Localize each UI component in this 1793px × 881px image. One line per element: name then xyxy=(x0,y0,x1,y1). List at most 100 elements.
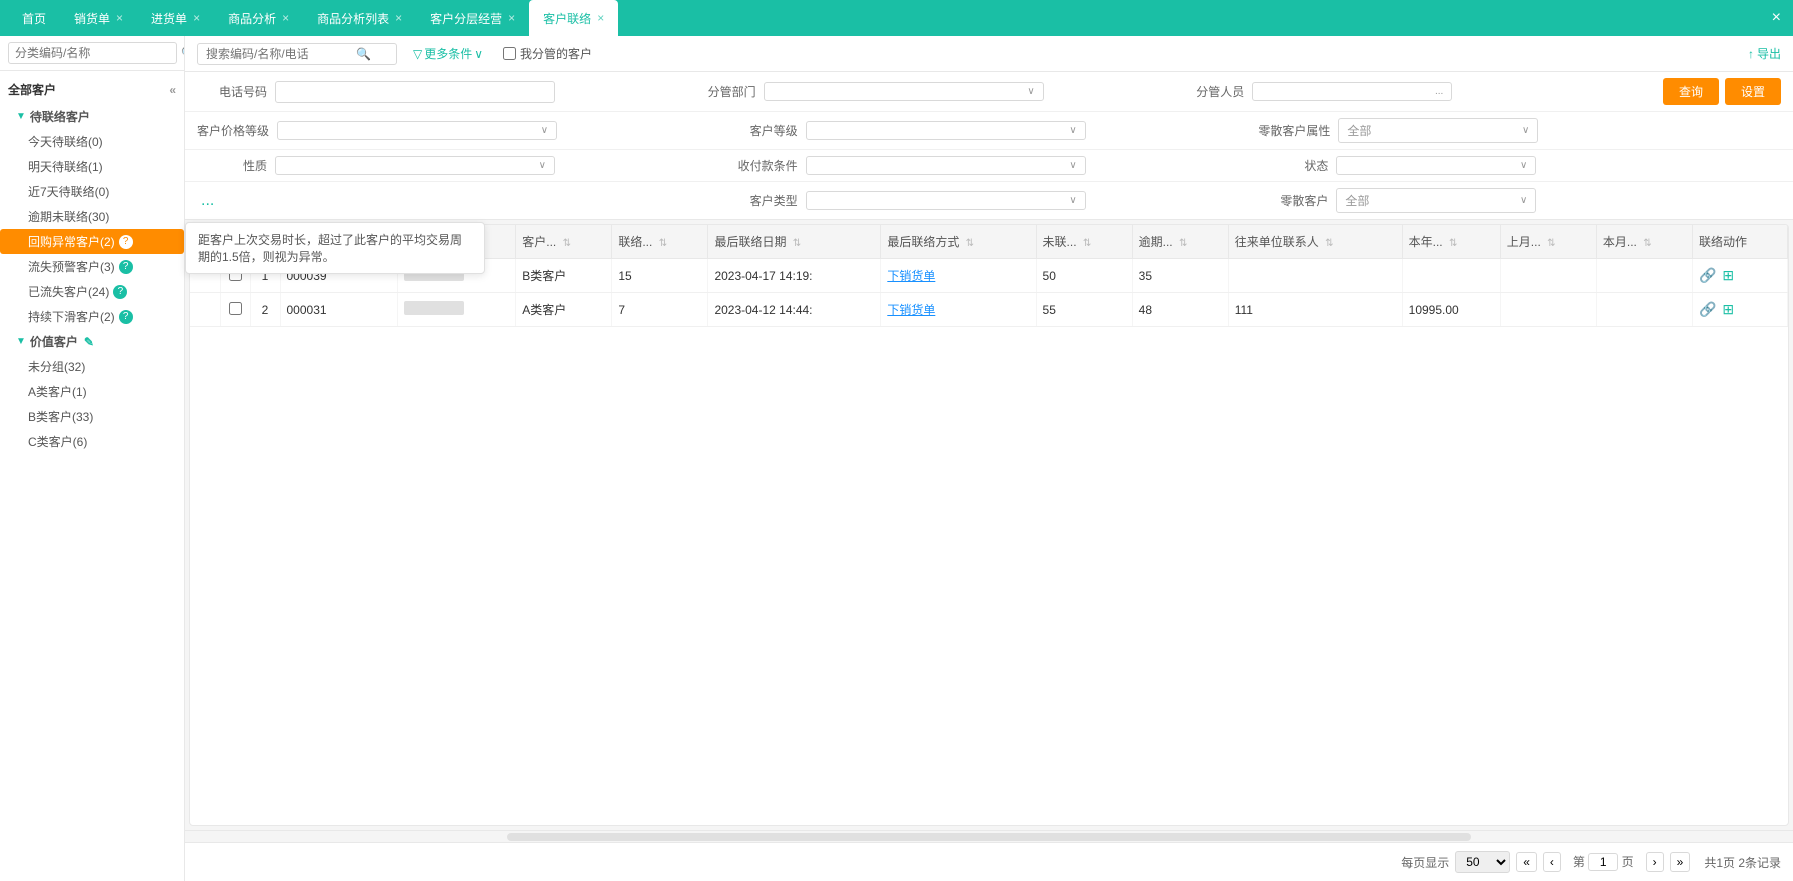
row2-contact-person: 111 xyxy=(1228,293,1402,327)
nav-product-analysis-list-close[interactable]: × xyxy=(395,11,402,25)
value-customer-arrow: ▼ xyxy=(16,336,26,347)
value-customer-section[interactable]: ▼ 价值客户 ✎ xyxy=(0,329,184,354)
row1-contact: 15 xyxy=(612,259,708,293)
contact-person-sort-icon[interactable]: ⇅ xyxy=(1325,238,1333,249)
row2-checkbox[interactable] xyxy=(229,302,242,315)
already-lost-info-icon: ? xyxy=(113,285,127,299)
nav-product-analysis-close[interactable]: × xyxy=(282,11,289,25)
settings-button[interactable]: 设置 xyxy=(1725,78,1781,105)
filter-icon: ▽ xyxy=(413,47,422,61)
close-all-tabs[interactable]: × xyxy=(1772,9,1781,27)
a-class-item[interactable]: A类客户(1) xyxy=(0,379,184,404)
nav-customer-segmentation-close[interactable]: × xyxy=(508,11,515,25)
customer-level-select[interactable]: ∨ xyxy=(806,121,1086,140)
export-icon: ↑ xyxy=(1748,47,1754,61)
value-customer-label: 价值客户 xyxy=(30,333,78,350)
contact-sort-icon[interactable]: ⇅ xyxy=(659,238,667,249)
department-select[interactable]: ∨ xyxy=(764,82,1044,101)
last-month-sort-icon[interactable]: ⇅ xyxy=(1547,238,1555,249)
continuous-down-item[interactable]: 持续下滑客户(2) ? xyxy=(0,304,184,329)
horizontal-scrollbar[interactable] xyxy=(185,830,1793,842)
payment-select[interactable]: ∨ xyxy=(806,156,1086,175)
page-number-input[interactable] xyxy=(1588,853,1618,871)
col-action: 联络动作 xyxy=(1692,225,1787,259)
all-customers-header[interactable]: 全部客户 « xyxy=(0,75,184,104)
filter-customer-type: 客户类型 ∨ xyxy=(728,191,1251,210)
nav-customer-segmentation[interactable]: 客户分层经营 × xyxy=(416,0,529,36)
row2-last-month xyxy=(1500,293,1596,327)
row2-check xyxy=(220,293,250,327)
row1-contact-person xyxy=(1228,259,1402,293)
search-icon[interactable]: 🔍 xyxy=(356,47,371,61)
more-fields-btn[interactable]: ... xyxy=(201,192,214,210)
nature-select[interactable]: ∨ xyxy=(275,156,555,175)
next-page-btn[interactable]: › xyxy=(1646,852,1664,872)
tomorrow-contact-item[interactable]: 明天待联络(1) xyxy=(0,154,184,179)
row2-link-icon[interactable]: 🔗 xyxy=(1699,301,1716,318)
search-box: 🔍 xyxy=(197,43,397,65)
payment-label: 收付款条件 xyxy=(728,157,798,174)
nature-label: 性质 xyxy=(197,157,267,174)
export-button[interactable]: ↑ 导出 xyxy=(1748,45,1781,62)
abnormal-repurchase-item[interactable]: 回购异常客户(2) ? xyxy=(0,229,184,254)
overdue-contact-item[interactable]: 逾期未联络(30) xyxy=(0,204,184,229)
row2-last-method[interactable]: 下销货单 xyxy=(881,293,1036,327)
query-button[interactable]: 查询 xyxy=(1663,78,1719,105)
per-page-label: 每页显示 xyxy=(1401,854,1449,871)
last-date-sort-icon[interactable]: ⇅ xyxy=(793,238,801,249)
customer-type-select[interactable]: ∨ xyxy=(806,191,1086,210)
search-input[interactable] xyxy=(206,47,356,61)
nav-home[interactable]: 首页 xyxy=(8,0,60,36)
week-contact-item[interactable]: 近7天待联络(0) xyxy=(0,179,184,204)
this-month-sort-icon[interactable]: ⇅ xyxy=(1643,238,1651,249)
row1-grid-icon[interactable]: ⊞ xyxy=(1722,267,1734,284)
nav-product-analysis-list[interactable]: 商品分析列表 × xyxy=(303,0,416,36)
scrollbar-track[interactable] xyxy=(507,833,1472,841)
more-conditions-btn[interactable]: ▽ 更多条件 ∨ xyxy=(405,42,491,65)
row2-this-year: 10995.00 xyxy=(1402,293,1500,327)
today-contact-item[interactable]: 今天待联络(0) xyxy=(0,129,184,154)
nav-product-analysis[interactable]: 商品分析 × xyxy=(214,0,303,36)
per-page-select[interactable]: 50 100 200 xyxy=(1455,851,1510,873)
this-year-sort-icon[interactable]: ⇅ xyxy=(1449,238,1457,249)
collapse-icon[interactable]: « xyxy=(169,83,176,97)
category-search-input[interactable] xyxy=(8,42,177,64)
ungroup-item[interactable]: 未分组(32) xyxy=(0,354,184,379)
manager-select[interactable]: ... xyxy=(1252,82,1452,101)
prev-page-btn[interactable]: ‹ xyxy=(1543,852,1561,872)
price-level-select[interactable]: ∨ xyxy=(277,121,557,140)
nav-customer-contact[interactable]: 客户联络 × xyxy=(529,0,618,36)
phone-input[interactable] xyxy=(275,81,555,103)
type-sort-icon[interactable]: ⇅ xyxy=(563,238,571,249)
c-class-item[interactable]: C类客户(6) xyxy=(0,429,184,454)
last-method-sort-icon[interactable]: ⇅ xyxy=(966,238,974,249)
page-info: 第 页 xyxy=(1573,853,1634,871)
b-class-item[interactable]: B类客户(33) xyxy=(0,404,184,429)
row1-last-method[interactable]: 下销货单 xyxy=(881,259,1036,293)
edit-icon[interactable]: ✎ xyxy=(84,335,94,349)
filter-nature: 性质 ∨ xyxy=(197,156,720,175)
last-page-btn[interactable]: » xyxy=(1670,852,1691,872)
nav-purchase-order[interactable]: 进货单 × xyxy=(137,0,214,36)
overdue-sort-icon[interactable]: ⇅ xyxy=(1179,238,1187,249)
scatter-customer-select[interactable]: 全部 ∨ xyxy=(1336,188,1536,213)
scatter-attr-select[interactable]: 全部 ∨ xyxy=(1338,118,1538,143)
filter-scatter-customer: 零散客户 全部 ∨ xyxy=(1258,188,1781,213)
nav-sales-order-close[interactable]: × xyxy=(116,11,123,25)
nav-purchase-order-close[interactable]: × xyxy=(193,11,200,25)
status-select[interactable]: ∨ xyxy=(1336,156,1536,175)
lost-predicted-item[interactable]: 流失预警客户(3) ? xyxy=(0,254,184,279)
status-chevron-icon: ∨ xyxy=(1520,160,1527,171)
tooltip-box: 距客户上次交易时长，超过了此客户的平均交易周期的1.5倍，则视为异常。 xyxy=(185,222,485,274)
already-lost-item[interactable]: 已流失客户(24) ? xyxy=(0,279,184,304)
col-overdue: 逾期... ⇅ xyxy=(1132,225,1228,259)
col-contact: 联络... ⇅ xyxy=(612,225,708,259)
row2-grid-icon[interactable]: ⊞ xyxy=(1722,301,1734,318)
no-contact-sort-icon[interactable]: ⇅ xyxy=(1083,238,1091,249)
nav-customer-contact-close[interactable]: × xyxy=(597,11,604,25)
first-page-btn[interactable]: « xyxy=(1516,852,1537,872)
row1-link-icon[interactable]: 🔗 xyxy=(1699,267,1716,284)
my-customers-checkbox[interactable] xyxy=(503,47,516,60)
waiting-contact-section[interactable]: ▼ 待联络客户 xyxy=(0,104,184,129)
nav-sales-order[interactable]: 销货单 × xyxy=(60,0,137,36)
